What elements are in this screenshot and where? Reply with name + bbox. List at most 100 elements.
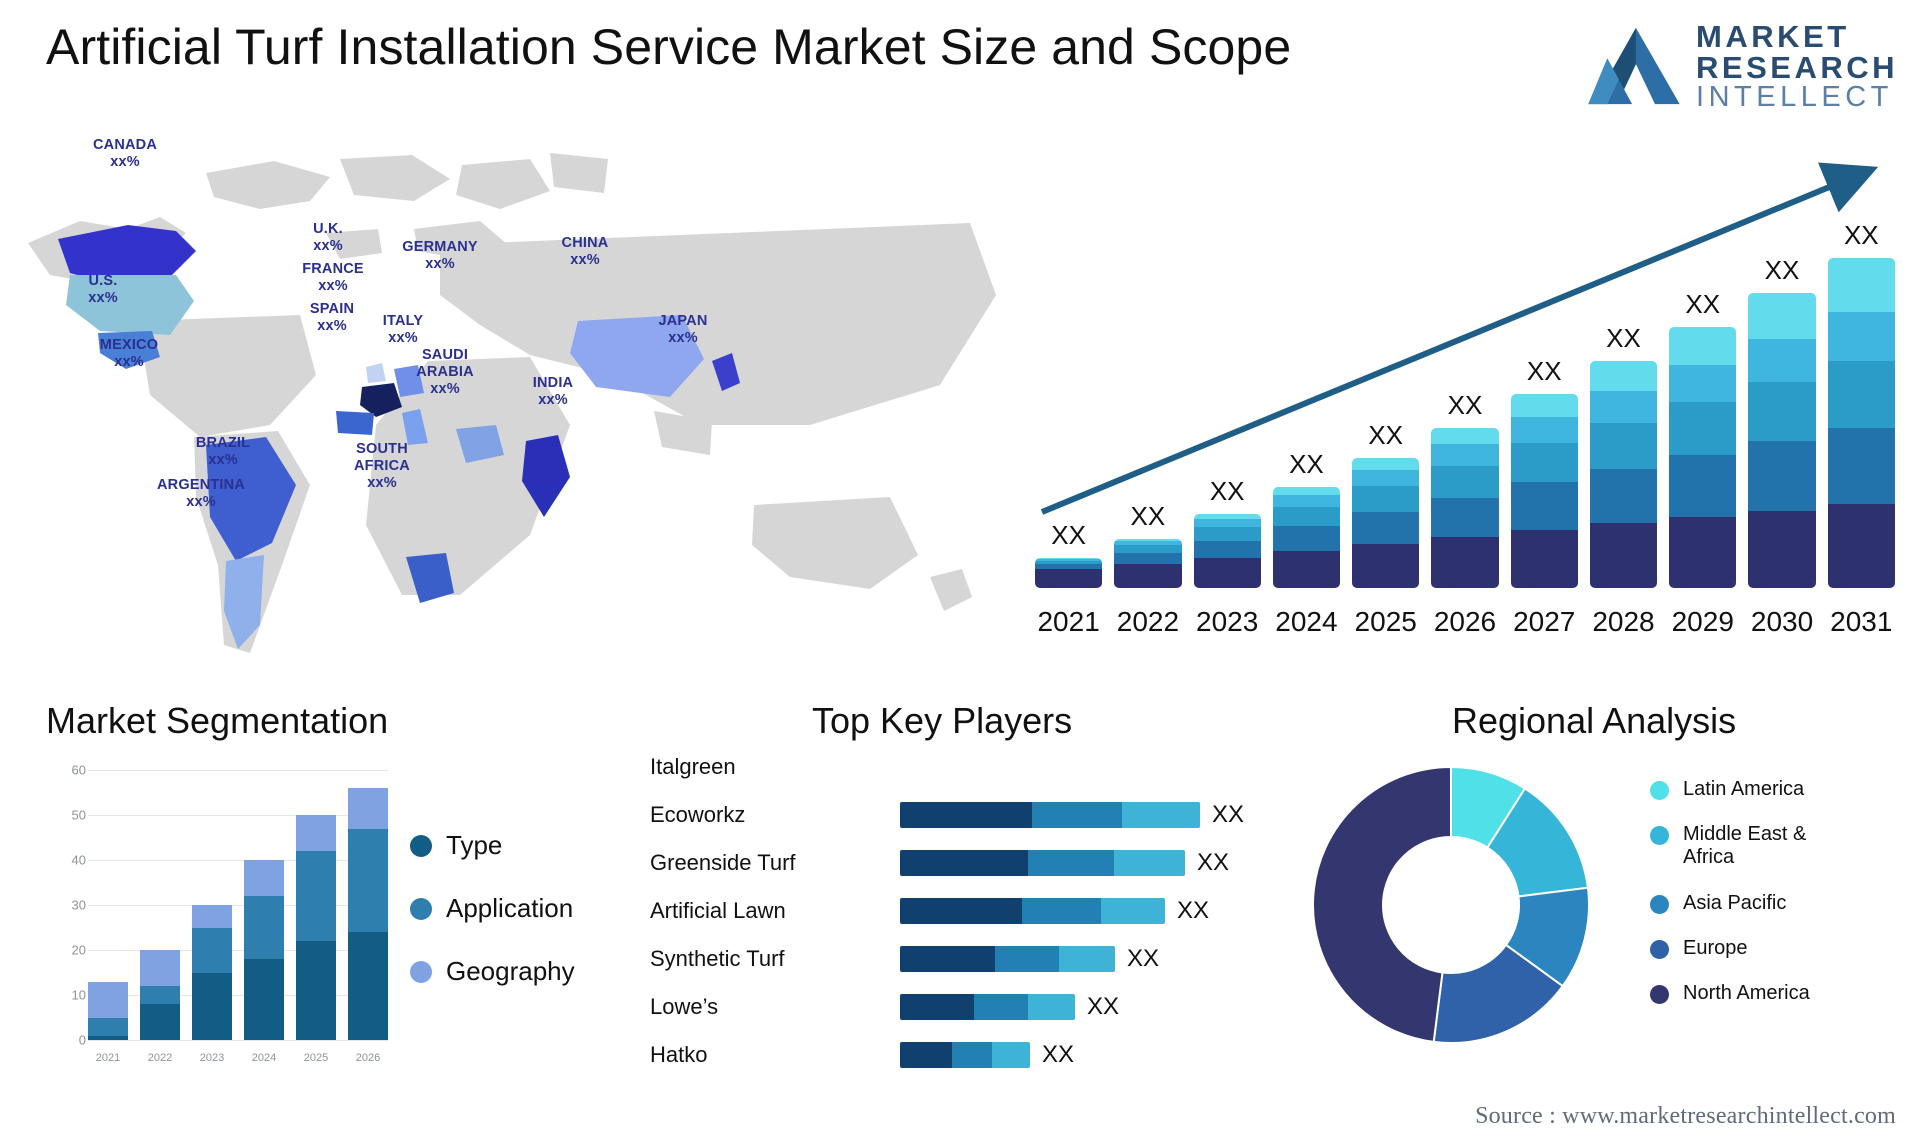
growth-bar-segment bbox=[1748, 292, 1816, 340]
segmentation-x-axis: 2021 2022 2023 2024 2025 2026 bbox=[88, 1052, 388, 1064]
growth-bar-segment bbox=[1431, 444, 1499, 466]
mountain-logo-mark bbox=[1588, 27, 1680, 105]
region-legend-label: Latin America bbox=[1683, 778, 1805, 800]
segmentation-y-tick: 60 bbox=[71, 762, 86, 778]
segmentation-bar-column bbox=[88, 770, 128, 1040]
region-legend-label: Asia Pacific bbox=[1683, 891, 1787, 914]
growth-bar-segment bbox=[1352, 469, 1420, 487]
player-name: Ecoworkz bbox=[650, 802, 746, 827]
growth-bar-segment bbox=[1669, 402, 1737, 456]
player-bar-segment bbox=[900, 1042, 952, 1068]
segmentation-bar-segment bbox=[296, 815, 336, 851]
growth-bar bbox=[1748, 292, 1816, 588]
player-value-label: XX bbox=[1177, 897, 1210, 924]
growth-bar-column: XX bbox=[1510, 208, 1578, 588]
growth-year-axis: 2021 2022 2023 2024 2025 2026 2027 2028 2029 2030… bbox=[1035, 606, 1895, 638]
growth-forecast-chart: XX XX XX XX XX XX XX XX XX XX XX 2021 2022 2023 2024 2… bbox=[1020, 150, 1910, 650]
segmentation-bar-segment bbox=[296, 941, 336, 1040]
growth-bar-segment bbox=[1193, 527, 1261, 541]
player-bar-segment bbox=[973, 994, 1028, 1020]
player-value-label: XX bbox=[1212, 801, 1245, 828]
growth-year-label: 2021 bbox=[1037, 606, 1100, 637]
legend-color-dot bbox=[410, 897, 432, 920]
growth-year-label: 2025 bbox=[1354, 606, 1417, 637]
growth-year-label: 2028 bbox=[1592, 606, 1655, 637]
regional-legend: Latin America Middle East & Africa Asia Pa… bbox=[1650, 778, 1853, 1005]
segmentation-bars bbox=[88, 770, 388, 1040]
player-bar-segment bbox=[900, 898, 1022, 924]
player-bar-segment bbox=[994, 946, 1060, 972]
region-legend-item: Latin America bbox=[1650, 778, 1853, 801]
growth-bar-segment bbox=[1827, 258, 1895, 313]
growth-bar-segment bbox=[1272, 494, 1341, 507]
growth-bar-column: XX bbox=[1431, 208, 1499, 588]
segmentation-bar-segment bbox=[192, 905, 232, 928]
player-value-label: XX bbox=[1127, 945, 1160, 972]
growth-bar-column: XX bbox=[1193, 208, 1261, 588]
growth-bar-segment bbox=[1431, 427, 1499, 445]
player-bar bbox=[900, 946, 1115, 972]
segmentation-bar-segment bbox=[140, 950, 180, 986]
segmentation-bar-column bbox=[192, 770, 232, 1040]
segmentation-bar-column bbox=[140, 770, 180, 1040]
segmentation-bar bbox=[192, 905, 232, 1040]
segmentation-bar-segment bbox=[348, 932, 388, 1040]
growth-bar-segment bbox=[1193, 519, 1261, 528]
segmentation-bar-segment bbox=[88, 1017, 128, 1036]
growth-bar-segment bbox=[1669, 327, 1737, 366]
growth-bar-segment bbox=[1510, 529, 1578, 588]
growth-year-label: 2031 bbox=[1830, 606, 1893, 637]
map-label-france: FRANCE xx% bbox=[302, 261, 364, 295]
growth-bar-segment bbox=[1352, 457, 1420, 470]
growth-bar-value-label: XX bbox=[1685, 289, 1721, 320]
map-label-south-africa: SOUTH AFRICA xx% bbox=[354, 441, 410, 492]
player-bar-segment bbox=[1113, 850, 1185, 876]
donut-svg bbox=[1312, 765, 1590, 1044]
segmentation-gridline bbox=[88, 1040, 388, 1041]
growth-bar-segment bbox=[1748, 381, 1816, 442]
segmentation-x-tick: 2026 bbox=[355, 1052, 381, 1064]
segmentation-y-tick: 20 bbox=[71, 942, 86, 958]
growth-bar-column: XX bbox=[1272, 208, 1341, 588]
segmentation-x-tick: 2021 bbox=[95, 1052, 121, 1064]
growth-bar-segment bbox=[1114, 545, 1182, 554]
growth-bar-value-label: XX bbox=[1606, 322, 1641, 353]
map-label-germany: GERMANY xx% bbox=[402, 239, 478, 273]
growth-bar-segment bbox=[1748, 441, 1816, 511]
player-name: Greenside Turf bbox=[650, 850, 796, 875]
segmentation-bar-segment bbox=[192, 927, 232, 973]
segmentation-bar bbox=[348, 788, 388, 1040]
growth-bar-segment bbox=[1589, 391, 1658, 423]
growth-bar-segment bbox=[1272, 486, 1341, 495]
growth-bar bbox=[1114, 539, 1182, 588]
segmentation-plot-area: 2021 2022 2023 2024 2025 2026 0 10 20 30 40 50 60 bbox=[72, 763, 388, 1064]
player-bar-segment bbox=[1122, 802, 1200, 828]
player-bar bbox=[900, 850, 1185, 876]
segmentation-bar-column bbox=[296, 770, 336, 1040]
growth-bar-column: XX bbox=[1669, 208, 1737, 588]
segmentation-bar-segment bbox=[348, 828, 388, 932]
growth-bar-column: XX bbox=[1352, 208, 1420, 588]
player-bar-segment bbox=[992, 1042, 1030, 1068]
player-bar-segment bbox=[900, 850, 1029, 876]
player-bar-segment bbox=[1059, 946, 1115, 972]
player-name: Artificial Lawn bbox=[650, 898, 786, 923]
growth-bar-segment bbox=[1272, 550, 1341, 588]
growth-year-label: 2027 bbox=[1513, 606, 1576, 637]
region-legend-label: North America bbox=[1683, 981, 1810, 1004]
legend-color-dot bbox=[1650, 939, 1669, 959]
segmentation-bar-column bbox=[244, 770, 284, 1040]
legend-color-dot bbox=[1650, 781, 1669, 800]
segmentation-x-tick: 2024 bbox=[251, 1052, 277, 1064]
legend-color-dot bbox=[410, 960, 432, 983]
growth-bar-column: XX bbox=[1114, 208, 1182, 588]
segmentation-bar bbox=[88, 981, 128, 1040]
donut-slice bbox=[1312, 765, 1452, 1044]
map-label-india: INDIA xx% bbox=[532, 375, 574, 409]
map-label-uk: U.K. xx% bbox=[313, 221, 343, 255]
player-row: Lowe’s XX bbox=[650, 990, 1310, 1024]
player-name: Synthetic Turf bbox=[650, 946, 785, 971]
player-bar-segment bbox=[1028, 850, 1114, 876]
growth-bar-segment bbox=[1193, 557, 1261, 588]
top-key-players-title: Top Key Players bbox=[812, 700, 1073, 741]
